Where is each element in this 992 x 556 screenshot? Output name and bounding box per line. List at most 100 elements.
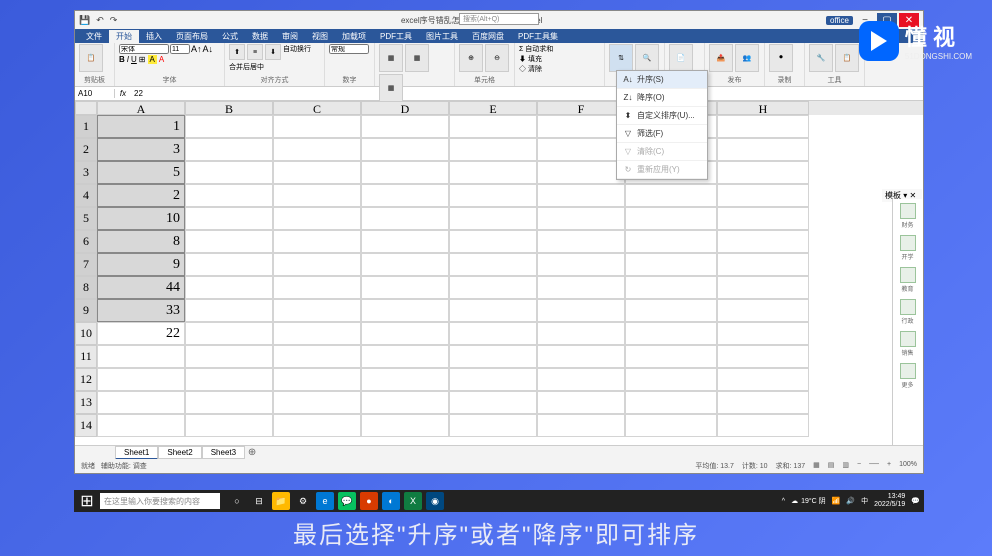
sort-filter-button[interactable]: ⇅ xyxy=(609,44,633,72)
zoom-out-button[interactable]: − xyxy=(857,461,861,471)
font-size[interactable] xyxy=(170,44,190,54)
fill-button[interactable]: ⬇ 填充 xyxy=(519,54,600,64)
cell[interactable] xyxy=(273,184,361,207)
cell[interactable] xyxy=(449,391,537,414)
cell[interactable] xyxy=(273,368,361,391)
taskview-icon[interactable]: ⊟ xyxy=(250,492,268,510)
panel-item-finance[interactable]: 财务 xyxy=(897,203,919,229)
cell[interactable] xyxy=(449,230,537,253)
row-header[interactable]: 12 xyxy=(75,368,97,391)
cell[interactable] xyxy=(273,414,361,437)
cell[interactable] xyxy=(717,414,809,437)
zoom-level[interactable]: 100% xyxy=(899,461,917,471)
row-header[interactable]: 8 xyxy=(75,276,97,299)
cell[interactable] xyxy=(625,414,717,437)
cell-style-button[interactable]: ▦ xyxy=(379,74,403,102)
cell[interactable]: 3 xyxy=(97,138,185,161)
row-header[interactable]: 14 xyxy=(75,414,97,437)
cell[interactable] xyxy=(449,414,537,437)
menu-sort-desc[interactable]: Z↓降序(O) xyxy=(617,89,707,107)
tab-formulas[interactable]: 公式 xyxy=(215,30,245,43)
sheet-tab-3[interactable]: Sheet3 xyxy=(202,446,245,459)
cell[interactable]: 44 xyxy=(97,276,185,299)
merge-button[interactable]: 合并后居中 xyxy=(229,62,264,72)
search-box[interactable]: 搜索(Alt+Q) xyxy=(459,13,539,25)
sheet-tab-1[interactable]: Sheet1 xyxy=(115,446,158,460)
row-header[interactable]: 6 xyxy=(75,230,97,253)
settings-icon[interactable]: ⚙ xyxy=(294,492,312,510)
tab-insert[interactable]: 插入 xyxy=(139,30,169,43)
row-header[interactable]: 11 xyxy=(75,345,97,368)
convert-pdf-button[interactable]: 📄 xyxy=(669,44,693,72)
cell[interactable]: 10 xyxy=(97,207,185,230)
cell[interactable] xyxy=(361,207,449,230)
sheet-tab-2[interactable]: Sheet2 xyxy=(158,446,201,459)
cell[interactable] xyxy=(185,276,273,299)
cell[interactable] xyxy=(361,253,449,276)
cell[interactable] xyxy=(185,230,273,253)
row-header[interactable]: 10 xyxy=(75,322,97,345)
select-all-corner[interactable] xyxy=(75,101,97,115)
panel-item-more[interactable]: 更多 xyxy=(897,363,919,389)
wechat-icon[interactable]: 💬 xyxy=(338,492,356,510)
cell[interactable] xyxy=(185,345,273,368)
cell[interactable] xyxy=(273,345,361,368)
cell[interactable] xyxy=(625,322,717,345)
cell[interactable] xyxy=(625,299,717,322)
cell[interactable] xyxy=(717,322,809,345)
col-header-C[interactable]: C xyxy=(273,101,361,115)
font-color-button[interactable]: A xyxy=(159,55,164,64)
tab-file[interactable]: 文件 xyxy=(79,30,109,43)
row-header[interactable]: 5 xyxy=(75,207,97,230)
cell[interactable] xyxy=(361,115,449,138)
cell[interactable] xyxy=(625,184,717,207)
cell[interactable] xyxy=(273,115,361,138)
panel-item-school[interactable]: 开学 xyxy=(897,235,919,261)
share-button[interactable]: 👥 xyxy=(735,44,759,72)
publish-button[interactable]: 📤 xyxy=(709,44,733,72)
tab-review[interactable]: 审阅 xyxy=(275,30,305,43)
weather-widget[interactable]: ☁ 19°C 阴 xyxy=(791,496,826,506)
autosum-button[interactable]: Σ 自动求和 xyxy=(519,44,600,54)
cell[interactable] xyxy=(537,207,625,230)
cell[interactable] xyxy=(97,391,185,414)
cell[interactable] xyxy=(185,391,273,414)
fagao-button[interactable]: 📋 xyxy=(835,44,859,72)
col-header-A[interactable]: A xyxy=(97,101,185,115)
cell[interactable] xyxy=(537,391,625,414)
cell[interactable] xyxy=(361,368,449,391)
cell[interactable] xyxy=(537,115,625,138)
cond-format-button[interactable]: ▦ xyxy=(379,44,403,72)
add-sheet-button[interactable]: ⊕ xyxy=(245,447,259,458)
cell[interactable] xyxy=(625,391,717,414)
cell[interactable] xyxy=(537,345,625,368)
cell[interactable] xyxy=(361,161,449,184)
clear-button[interactable]: ◇ 清除 xyxy=(519,64,600,74)
taskbar-clock[interactable]: 13:492022/5/19 xyxy=(874,493,905,508)
cell[interactable] xyxy=(97,368,185,391)
cell[interactable]: 9 xyxy=(97,253,185,276)
cell[interactable] xyxy=(449,322,537,345)
cell[interactable] xyxy=(185,368,273,391)
zoom-in-button[interactable]: + xyxy=(887,461,891,471)
cell[interactable] xyxy=(717,391,809,414)
cell[interactable]: 22 xyxy=(97,322,185,345)
cell[interactable] xyxy=(537,184,625,207)
cell[interactable] xyxy=(449,299,537,322)
col-header-H[interactable]: H xyxy=(717,101,809,115)
cell[interactable] xyxy=(361,322,449,345)
view-layout-icon[interactable]: ▤ xyxy=(828,461,835,471)
cell[interactable] xyxy=(449,368,537,391)
cell[interactable] xyxy=(537,299,625,322)
cell[interactable] xyxy=(361,299,449,322)
cell[interactable] xyxy=(537,230,625,253)
cell[interactable] xyxy=(717,115,809,138)
tab-pdf[interactable]: PDF工具 xyxy=(373,30,419,43)
cell[interactable] xyxy=(185,161,273,184)
fx-button[interactable]: fx xyxy=(115,89,131,98)
cell[interactable] xyxy=(361,184,449,207)
fill-color-button[interactable]: A xyxy=(148,55,157,64)
cell[interactable]: 33 xyxy=(97,299,185,322)
cell[interactable] xyxy=(273,299,361,322)
cell[interactable] xyxy=(185,414,273,437)
